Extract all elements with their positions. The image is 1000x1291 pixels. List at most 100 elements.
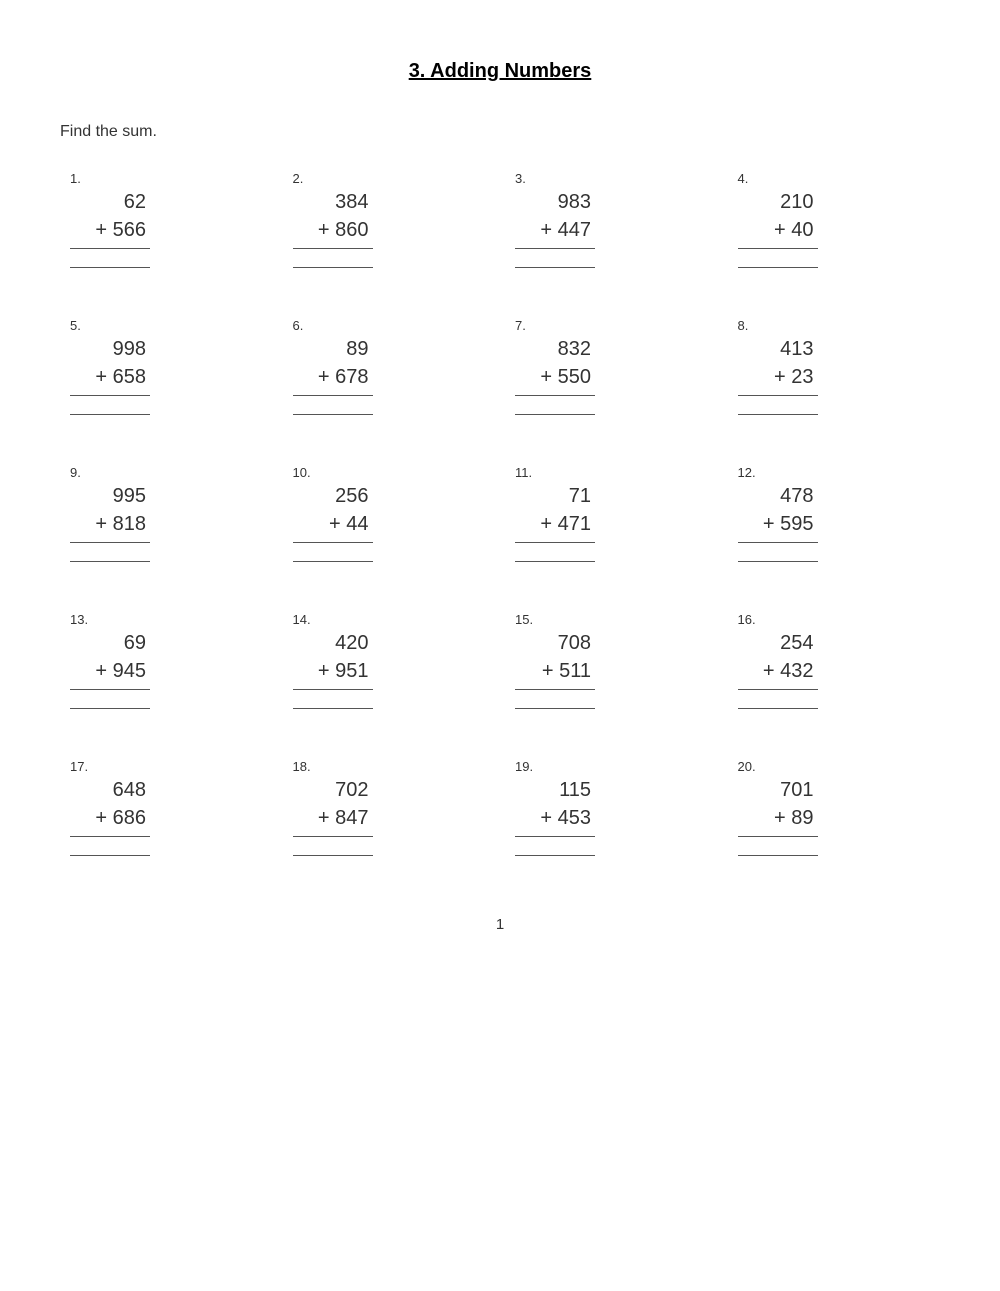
number-area: 701+ 89	[738, 776, 818, 837]
answer-line	[738, 414, 818, 415]
bottom-addend: + 658	[70, 363, 150, 396]
top-addend: 62	[124, 188, 150, 216]
bottom-addend: + 40	[738, 216, 818, 249]
problem-item: 3.983+ 447	[505, 171, 718, 268]
number-area: 998+ 658	[70, 335, 150, 396]
bottom-addend: + 23	[738, 363, 818, 396]
number-area: 708+ 511	[515, 629, 595, 690]
top-addend: 420	[335, 629, 372, 657]
problem-number: 10.	[293, 465, 311, 480]
problem-number: 12.	[738, 465, 756, 480]
bottom-addend: + 44	[293, 510, 373, 543]
number-area: 413+ 23	[738, 335, 818, 396]
problem-item: 17. 648+ 686	[60, 759, 273, 856]
problem-number: 20.	[738, 759, 756, 774]
bottom-addend: + 818	[70, 510, 150, 543]
problem-item: 4. 210+ 40	[728, 171, 941, 268]
answer-line	[515, 855, 595, 856]
problem-number: 18.	[293, 759, 311, 774]
problem-number: 4.	[738, 171, 749, 186]
top-addend: 256	[335, 482, 372, 510]
bottom-addend: + 860	[293, 216, 373, 249]
bottom-addend: + 453	[515, 804, 595, 837]
top-addend: 69	[124, 629, 150, 657]
top-addend: 384	[335, 188, 372, 216]
top-addend: 832	[558, 335, 595, 363]
bottom-addend: + 550	[515, 363, 595, 396]
number-area: 995+ 818	[70, 482, 150, 543]
number-area: 420+ 951	[293, 629, 373, 690]
number-area: 89+ 678	[293, 335, 373, 396]
top-addend: 478	[780, 482, 817, 510]
number-area: 210+ 40	[738, 188, 818, 249]
top-addend: 413	[780, 335, 817, 363]
answer-line	[738, 561, 818, 562]
bottom-addend: + 595	[738, 510, 818, 543]
problem-number: 11.	[515, 465, 532, 480]
problem-item: 9. 995+ 818	[60, 465, 273, 562]
problem-number: 17.	[70, 759, 88, 774]
number-area: 62+ 566	[70, 188, 150, 249]
bottom-addend: + 686	[70, 804, 150, 837]
top-addend: 708	[558, 629, 595, 657]
top-addend: 995	[113, 482, 150, 510]
problem-number: 8.	[738, 318, 749, 333]
answer-line	[70, 855, 150, 856]
bottom-addend: + 432	[738, 657, 818, 690]
top-addend: 71	[569, 482, 595, 510]
top-addend: 115	[559, 776, 595, 804]
number-area: 648+ 686	[70, 776, 150, 837]
page-title: 3. Adding Numbers	[60, 60, 940, 83]
problem-number: 16.	[738, 612, 756, 627]
answer-line	[293, 855, 373, 856]
instruction: Find the sum.	[60, 123, 940, 141]
bottom-addend: + 678	[293, 363, 373, 396]
number-area: 702+ 847	[293, 776, 373, 837]
problem-number: 19.	[515, 759, 533, 774]
problem-item: 12. 478+ 595	[728, 465, 941, 562]
problem-number: 7.	[515, 318, 526, 333]
top-addend: 701	[780, 776, 817, 804]
number-area: 71+ 471	[515, 482, 595, 543]
problem-number: 3.	[515, 171, 526, 186]
problem-item: 19. 115+ 453	[505, 759, 718, 856]
bottom-addend: + 566	[70, 216, 150, 249]
answer-line	[70, 708, 150, 709]
problem-number: 14.	[293, 612, 311, 627]
problem-item: 11. 71+ 471	[505, 465, 718, 562]
answer-line	[515, 267, 595, 268]
bottom-addend: + 447	[515, 216, 595, 249]
top-addend: 998	[113, 335, 150, 363]
answer-line	[70, 267, 150, 268]
answer-line	[70, 561, 150, 562]
bottom-addend: + 847	[293, 804, 373, 837]
problem-item: 10. 256+ 44	[283, 465, 496, 562]
number-area: 478+ 595	[738, 482, 818, 543]
problem-number: 9.	[70, 465, 81, 480]
answer-line	[293, 267, 373, 268]
problem-item: 20. 701+ 89	[728, 759, 941, 856]
answer-line	[293, 708, 373, 709]
answer-line	[515, 414, 595, 415]
problems-grid: 1.62+ 5662.384+ 8603.983+ 4474.210+ 405.…	[60, 171, 940, 856]
problem-item: 13.69+ 945	[60, 612, 273, 709]
top-addend: 254	[780, 629, 817, 657]
problem-item: 7. 832+ 550	[505, 318, 718, 415]
answer-line	[738, 267, 818, 268]
problem-item: 15. 708+ 511	[505, 612, 718, 709]
problem-item: 8. 413+ 23	[728, 318, 941, 415]
answer-line	[293, 414, 373, 415]
problem-number: 15.	[515, 612, 533, 627]
problem-item: 18. 702+ 847	[283, 759, 496, 856]
number-area: 69+ 945	[70, 629, 150, 690]
problem-item: 14. 420+ 951	[283, 612, 496, 709]
answer-line	[738, 855, 818, 856]
problem-number: 5.	[70, 318, 81, 333]
bottom-addend: + 471	[515, 510, 595, 543]
answer-line	[738, 708, 818, 709]
problem-item: 6.89+ 678	[283, 318, 496, 415]
answer-line	[515, 561, 595, 562]
page-number: 1	[60, 916, 940, 933]
top-addend: 210	[780, 188, 817, 216]
number-area: 832+ 550	[515, 335, 595, 396]
